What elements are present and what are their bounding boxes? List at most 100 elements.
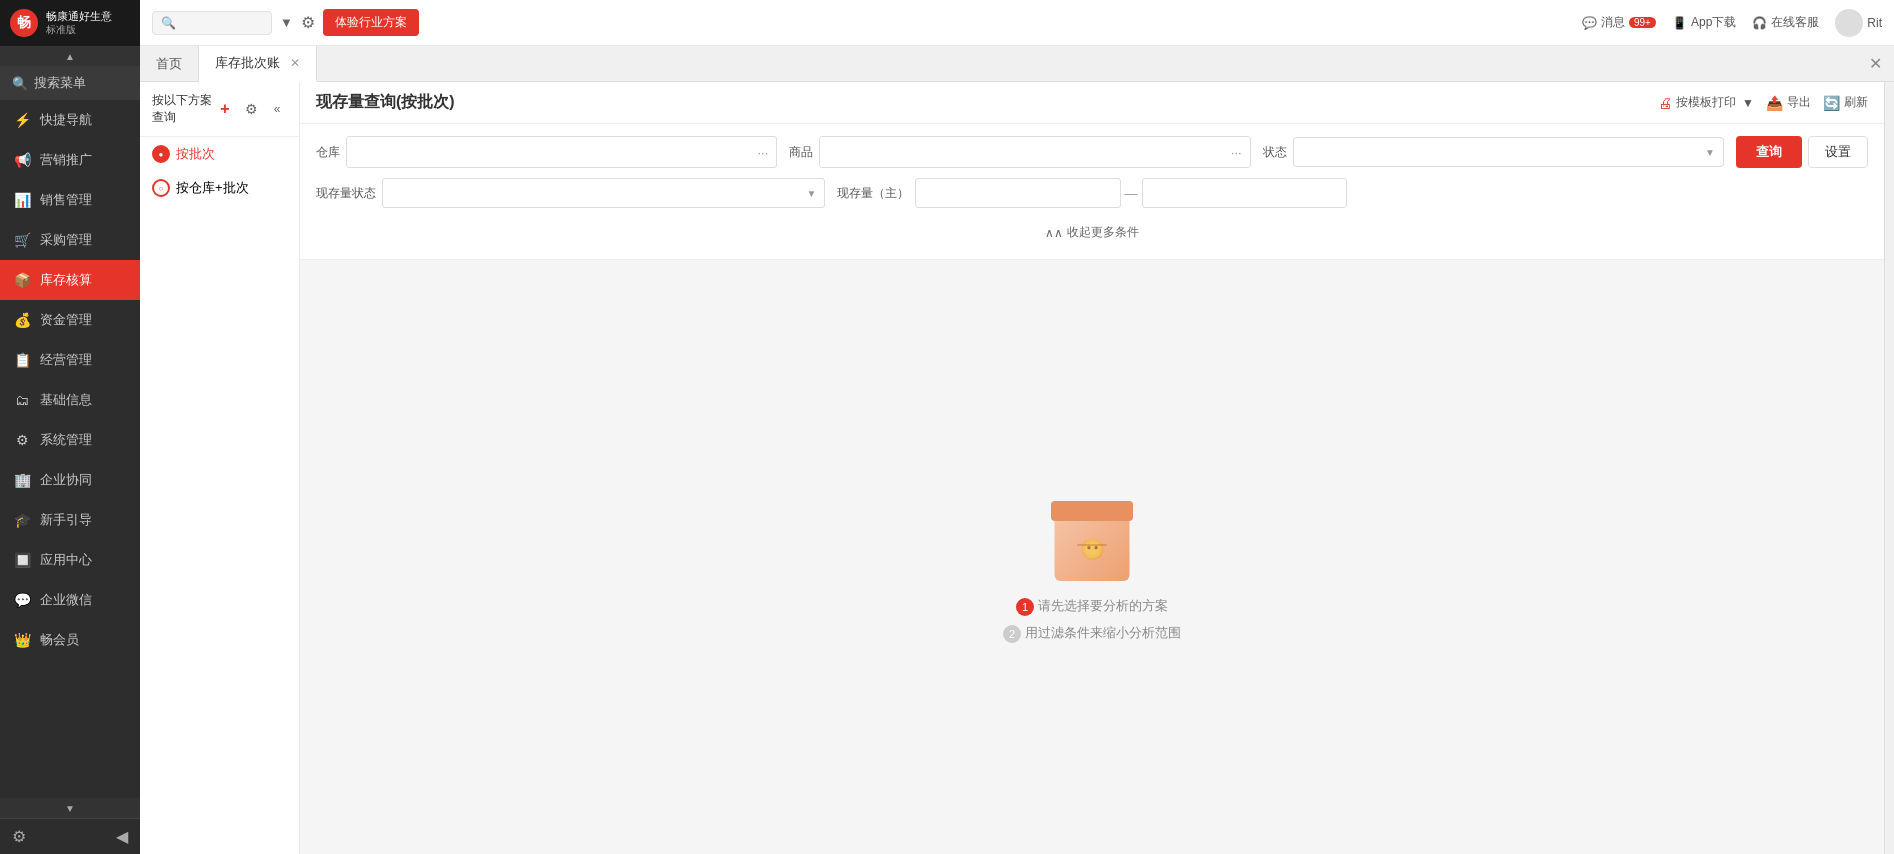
- sidebar-item-label: 企业微信: [40, 591, 92, 609]
- topbar-gear-icon[interactable]: ⚙: [301, 13, 315, 32]
- goods-input[interactable]: [820, 137, 1222, 167]
- goods-more-icon[interactable]: ···: [1223, 145, 1250, 160]
- scheme-item-by-warehouse-batch[interactable]: ○ 按仓库+批次: [140, 171, 299, 205]
- refresh-btn[interactable]: 🔄 刷新: [1823, 94, 1868, 111]
- sidebar-item-inventory[interactable]: 📦 库存核算: [0, 260, 140, 300]
- topbar-dropdown-icon[interactable]: ▼: [280, 15, 293, 30]
- sidebar-item-shortcut[interactable]: ⚡ 快捷导航: [0, 100, 140, 140]
- hint-text-1: 请先选择要分析的方案: [1038, 597, 1168, 615]
- topbar-search-box[interactable]: 🔍: [152, 11, 272, 35]
- print-dropdown-icon[interactable]: ▼: [1742, 96, 1754, 110]
- scheme-settings-icon[interactable]: ⚙: [241, 99, 261, 119]
- page-title: 现存量查询(按批次): [316, 92, 455, 113]
- query-btn[interactable]: 查询: [1736, 136, 1802, 168]
- warehouse-input-wrapper[interactable]: ···: [346, 136, 777, 168]
- user-item[interactable]: Rit: [1835, 9, 1882, 37]
- page-content: 按以下方案查询 + ⚙ « ● 按批次 ○ 按仓库+批次 现存量查询(按批次): [140, 82, 1894, 854]
- topbar-right: 💬 消息 99+ 📱 App下载 🎧 在线客服 Rit: [1582, 9, 1882, 37]
- sidebar-scroll-up[interactable]: ▲: [0, 46, 140, 66]
- sidebar-settings-icon[interactable]: ⚙: [12, 827, 26, 846]
- scheme-collapse-icon[interactable]: «: [267, 99, 287, 119]
- sidebar-search[interactable]: 🔍 搜索菜单: [0, 66, 140, 100]
- print-btn[interactable]: 🖨 按模板打印 ▼: [1658, 94, 1754, 111]
- stock-status-label: 现存量状态: [316, 185, 376, 202]
- stock-amount-dash: —: [1125, 186, 1138, 201]
- sidebar-collapse-icon[interactable]: ◀: [116, 827, 128, 846]
- stock-amount-max-input[interactable]: [1142, 178, 1347, 208]
- online-service-item[interactable]: 🎧 在线客服: [1752, 14, 1819, 31]
- settings-btn[interactable]: 设置: [1808, 136, 1868, 168]
- sidebar-item-guide[interactable]: 🎓 新手引导: [0, 500, 140, 540]
- tabs-close-all-btn[interactable]: ✕: [1857, 54, 1894, 73]
- stock-status-dropdown-icon: ▼: [806, 188, 816, 199]
- left-panel-title: 按以下方案查询: [152, 92, 215, 126]
- refresh-icon: 🔄: [1823, 95, 1840, 111]
- sidebar-item-sales[interactable]: 📊 销售管理: [0, 180, 140, 220]
- message-icon: 💬: [1582, 16, 1597, 30]
- sidebar-item-operation[interactable]: 📋 经营管理: [0, 340, 140, 380]
- goods-input-wrapper[interactable]: ···: [819, 136, 1250, 168]
- scheme-label: 按批次: [176, 145, 215, 163]
- scheme-item-by-batch[interactable]: ● 按批次: [140, 137, 299, 171]
- app-download-item[interactable]: 📱 App下载: [1672, 14, 1736, 31]
- app-subtitle: 标准版: [46, 23, 112, 37]
- sidebar-item-label: 应用中心: [40, 551, 92, 569]
- empty-box-line1: [1077, 544, 1107, 546]
- collapse-row[interactable]: ∧∧ 收起更多条件: [316, 218, 1868, 247]
- headset-icon: 🎧: [1752, 16, 1767, 30]
- sidebar-item-basic[interactable]: 🗂 基础信息: [0, 380, 140, 420]
- goods-label: 商品: [789, 144, 813, 161]
- right-scrollbar: [1884, 82, 1894, 854]
- sidebar: 畅 畅康通好生意 标准版 ▲ 🔍 搜索菜单 ⚡ 快捷导航 📢 营销推广 📊 销售…: [0, 0, 140, 854]
- status-select-wrapper[interactable]: ▼: [1293, 137, 1724, 167]
- message-item[interactable]: 💬 消息 99+: [1582, 14, 1656, 31]
- hint-num-1: 1: [1016, 598, 1034, 616]
- stock-amount-min-input[interactable]: [915, 178, 1120, 208]
- page-header: 现存量查询(按批次) 🖨 按模板打印 ▼ 📤 导出 🔄 刷新: [300, 82, 1884, 124]
- stock-amount-field: 现存量（主） —: [837, 178, 1346, 208]
- add-scheme-btn[interactable]: +: [215, 99, 235, 119]
- sidebar-item-label: 采购管理: [40, 231, 92, 249]
- sidebar-item-corp[interactable]: 🏢 企业协同: [0, 460, 140, 500]
- export-icon: 📤: [1766, 95, 1783, 111]
- sidebar-item-finance[interactable]: 💰 资金管理: [0, 300, 140, 340]
- sidebar-item-label: 营销推广: [40, 151, 92, 169]
- export-btn[interactable]: 📤 导出: [1766, 94, 1811, 111]
- member-icon: 👑: [12, 630, 32, 650]
- sidebar-item-label: 库存核算: [40, 271, 92, 289]
- scheme-radio-active: ●: [152, 145, 170, 163]
- goods-field: 商品 ···: [789, 136, 1250, 168]
- system-icon: ⚙: [12, 430, 32, 450]
- app-title: 畅康通好生意: [46, 9, 112, 23]
- sidebar-scroll-down[interactable]: ▼: [0, 798, 140, 818]
- app-logo: 畅: [10, 9, 38, 37]
- experience-btn[interactable]: 体验行业方案: [323, 9, 419, 36]
- status-label: 状态: [1263, 144, 1287, 161]
- sidebar-item-system[interactable]: ⚙ 系统管理: [0, 420, 140, 460]
- sidebar-header: 畅 畅康通好生意 标准版: [0, 0, 140, 46]
- shortcut-icon: ⚡: [12, 110, 32, 130]
- stock-status-select-wrapper[interactable]: ▼: [382, 178, 825, 208]
- warehouse-input[interactable]: [347, 137, 749, 167]
- sidebar-item-label: 新手引导: [40, 511, 92, 529]
- search-icon: 🔍: [12, 76, 28, 91]
- sidebar-item-apps[interactable]: 🔲 应用中心: [0, 540, 140, 580]
- empty-hint-1: 1 请先选择要分析的方案: [1016, 597, 1168, 616]
- purchase-icon: 🛒: [12, 230, 32, 250]
- avatar: [1835, 9, 1863, 37]
- tab-home[interactable]: 首页: [140, 46, 199, 82]
- right-panel: 现存量查询(按批次) 🖨 按模板打印 ▼ 📤 导出 🔄 刷新: [300, 82, 1884, 854]
- sidebar-item-marketing[interactable]: 📢 营销推广: [0, 140, 140, 180]
- sidebar-item-member[interactable]: 👑 畅会员: [0, 620, 140, 660]
- finance-icon: 💰: [12, 310, 32, 330]
- sidebar-item-label: 经营管理: [40, 351, 92, 369]
- warehouse-more-icon[interactable]: ···: [749, 145, 776, 160]
- sidebar-item-wechat[interactable]: 💬 企业微信: [0, 580, 140, 620]
- sidebar-item-purchase[interactable]: 🛒 采购管理: [0, 220, 140, 260]
- print-label: 按模板打印: [1676, 94, 1736, 111]
- left-panel: 按以下方案查询 + ⚙ « ● 按批次 ○ 按仓库+批次: [140, 82, 300, 854]
- status-field: 状态 ▼: [1263, 137, 1724, 167]
- tab-close-icon[interactable]: ✕: [290, 56, 300, 70]
- tab-inventory-batch[interactable]: 库存批次账 ✕: [199, 46, 317, 82]
- print-icon: 🖨: [1658, 95, 1672, 111]
